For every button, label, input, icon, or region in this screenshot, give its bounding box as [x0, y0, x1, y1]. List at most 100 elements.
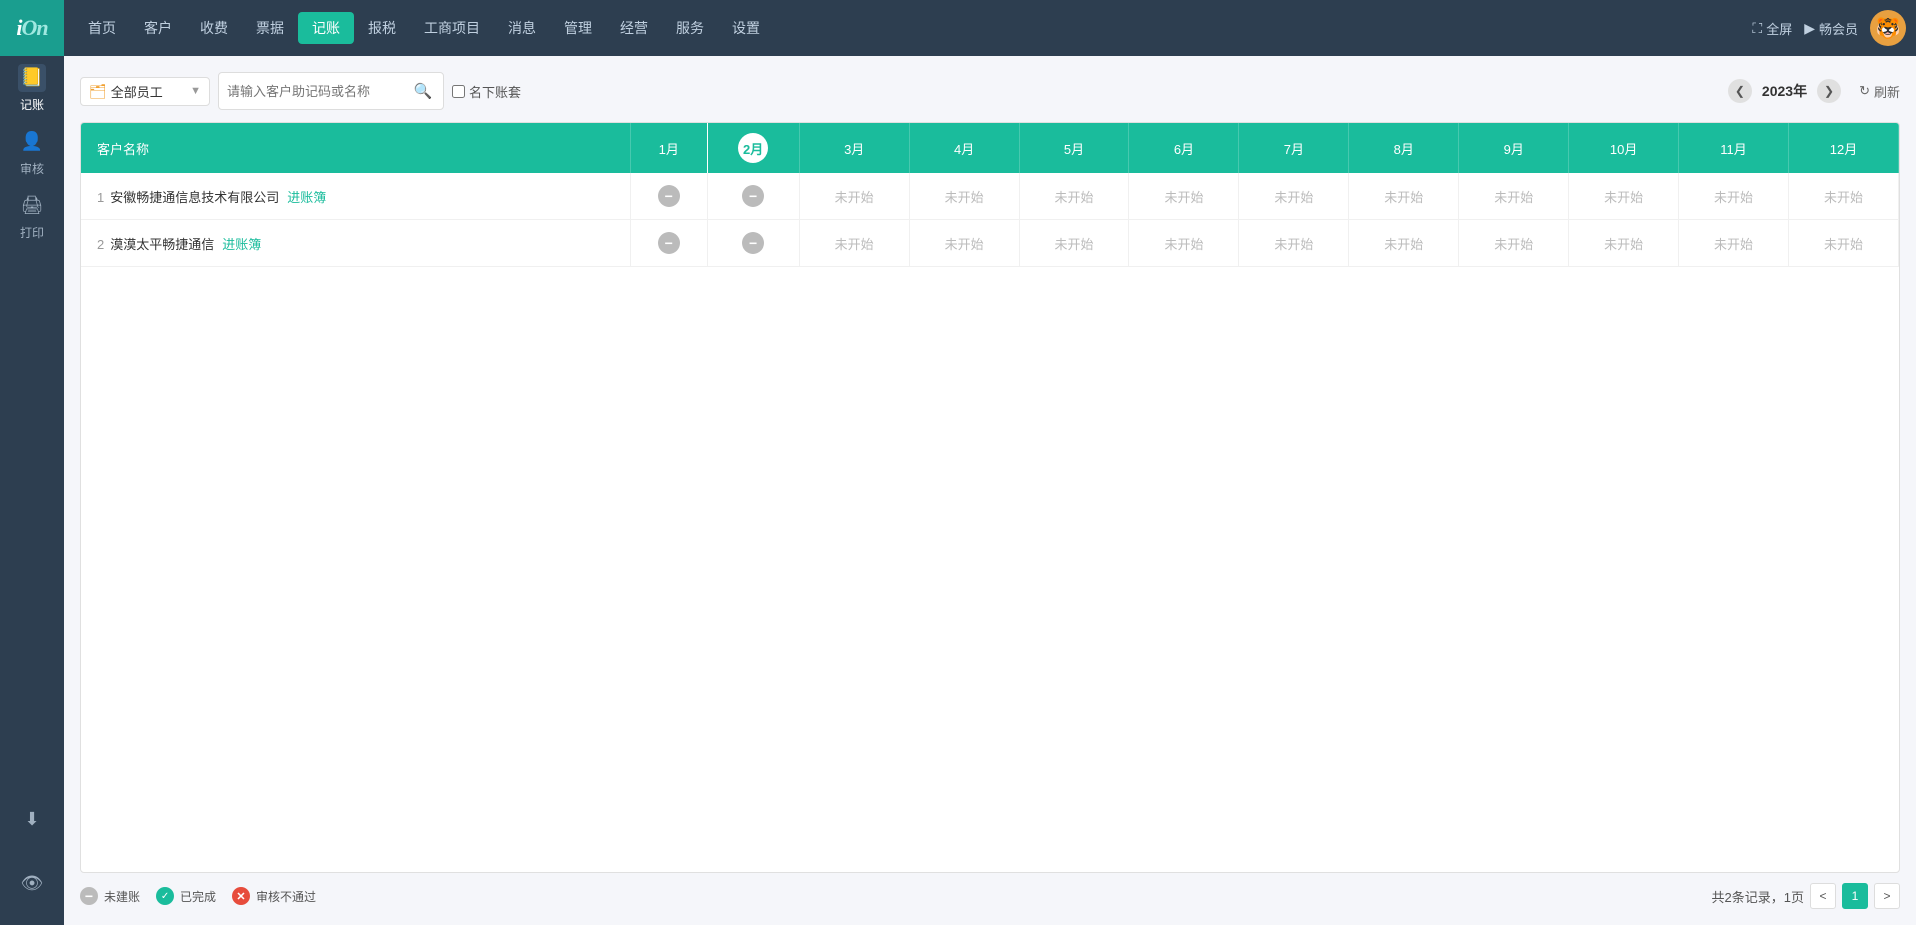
- col-jan: 1月: [630, 123, 707, 173]
- month-cell-11: 未开始: [1679, 220, 1789, 267]
- table-row: 1安徽畅捷通信息技术有限公司进账簿−−未开始未开始未开始未开始未开始未开始未开始…: [81, 173, 1899, 220]
- sidebar-item-label: 审核: [20, 160, 44, 177]
- employee-icon: 🗂: [89, 83, 107, 100]
- nav-message[interactable]: 消息: [494, 12, 550, 44]
- print-icon: 🖨: [18, 192, 46, 220]
- month-cell-4: 未开始: [909, 173, 1019, 220]
- month-cell-6: 未开始: [1129, 220, 1239, 267]
- legend-rejected: ✕ 审核不通过: [232, 887, 316, 905]
- current-page-button[interactable]: 1: [1842, 883, 1868, 909]
- not-started-text: 未开始: [945, 190, 984, 205]
- row-index: 2: [97, 237, 104, 252]
- nav-home[interactable]: 首页: [74, 12, 130, 44]
- month-cell-8: 未开始: [1349, 173, 1459, 220]
- legend-not-built: − 未建账: [80, 887, 140, 905]
- eye-icon: 👁: [18, 869, 46, 897]
- my-accounts-checkbox[interactable]: [452, 85, 465, 98]
- not-started-text: 未开始: [1824, 190, 1863, 205]
- nav-client[interactable]: 客户: [130, 12, 186, 44]
- status-dash-icon: −: [742, 232, 764, 254]
- search-button[interactable]: 🔍: [411, 77, 435, 105]
- client-name-text: 安徽畅捷通信息技术有限公司: [110, 190, 279, 205]
- col-aug: 8月: [1349, 123, 1459, 173]
- search-input[interactable]: [227, 84, 407, 99]
- next-year-button[interactable]: ❯: [1817, 79, 1841, 103]
- member-button[interactable]: ▶ 畅会员: [1804, 19, 1858, 38]
- nav-tax[interactable]: 报税: [354, 12, 410, 44]
- sidebar-item-accounting[interactable]: 📒 记账: [0, 56, 64, 120]
- month-cell-2: −: [707, 220, 799, 267]
- not-started-text: 未开始: [1164, 237, 1203, 252]
- search-wrapper[interactable]: 🔍: [218, 72, 444, 110]
- sidebar: iOn 📒 记账 👤 审核 🖨 打印 ⬇ 👁: [0, 0, 64, 925]
- nav-manage[interactable]: 管理: [550, 12, 606, 44]
- month-cell-6: 未开始: [1129, 173, 1239, 220]
- legend-label-completed: 已完成: [180, 888, 216, 905]
- col-feb: 2月: [707, 123, 799, 173]
- nav-accounting[interactable]: 记账: [298, 12, 354, 44]
- app-logo: iOn: [0, 0, 64, 56]
- enter-ledger-link[interactable]: 进账簿: [222, 237, 261, 252]
- year-display: 2023年: [1762, 81, 1807, 101]
- member-label: 畅会员: [1819, 19, 1858, 38]
- legend-dot-teal: ✓: [156, 887, 174, 905]
- month-cell-7: 未开始: [1239, 220, 1349, 267]
- col-oct: 10月: [1569, 123, 1679, 173]
- my-accounts-checkbox-label[interactable]: 名下账套: [452, 82, 521, 101]
- col-nov: 11月: [1679, 123, 1789, 173]
- prev-page-button[interactable]: <: [1810, 883, 1836, 909]
- nav-operate[interactable]: 经营: [606, 12, 662, 44]
- not-started-text: 未开始: [1274, 237, 1313, 252]
- status-dash-icon: −: [658, 232, 680, 254]
- sidebar-item-print[interactable]: 🖨 打印: [0, 184, 64, 248]
- nav-fee[interactable]: 收费: [186, 12, 242, 44]
- not-started-text: 未开始: [1494, 190, 1533, 205]
- download-icon: ⬇: [18, 805, 46, 833]
- nav-invoice[interactable]: 票据: [242, 12, 298, 44]
- month-cell-3: 未开始: [799, 220, 909, 267]
- row-index: 1: [97, 190, 104, 205]
- col-mar: 3月: [799, 123, 909, 173]
- fullscreen-button[interactable]: ⛶ 全屏: [1752, 19, 1792, 38]
- not-started-text: 未开始: [1824, 237, 1863, 252]
- accounts-table-container: 客户名称 1月 2月 3月 4月 5月 6月 7月 8月 9月 10月 11月 …: [80, 122, 1900, 873]
- toolbar: 🗂 全部员工 ▼ 🔍 名下账套 ❮ 2023年 ❯ ↻ 刷新: [80, 72, 1900, 110]
- sidebar-item-eye[interactable]: 👁: [0, 851, 64, 915]
- nav-right: ⛶ 全屏 ▶ 畅会员 🐯: [1752, 10, 1906, 46]
- not-started-text: 未开始: [1384, 190, 1423, 205]
- month-cell-5: 未开始: [1019, 173, 1129, 220]
- employee-select-value: 全部员工: [111, 82, 186, 101]
- pagination: 共2条记录，1页 < 1 >: [1712, 883, 1900, 909]
- user-avatar[interactable]: 🐯: [1870, 10, 1906, 46]
- month-cell-1: −: [630, 173, 707, 220]
- table-header-row: 客户名称 1月 2月 3月 4月 5月 6月 7月 8月 9月 10月 11月 …: [81, 123, 1899, 173]
- not-started-text: 未开始: [1714, 237, 1753, 252]
- sidebar-item-audit[interactable]: 👤 审核: [0, 120, 64, 184]
- not-started-text: 未开始: [1494, 237, 1533, 252]
- nav-business[interactable]: 工商项目: [410, 12, 494, 44]
- month-cell-9: 未开始: [1459, 173, 1569, 220]
- content-area: 🗂 全部员工 ▼ 🔍 名下账套 ❮ 2023年 ❯ ↻ 刷新: [64, 56, 1916, 925]
- nav-service[interactable]: 服务: [662, 12, 718, 44]
- chevron-down-icon: ▼: [190, 85, 201, 97]
- legend-dot-red: ✕: [232, 887, 250, 905]
- month-cell-2: −: [707, 173, 799, 220]
- active-month-circle: 2月: [738, 133, 768, 163]
- employee-select[interactable]: 🗂 全部员工 ▼: [80, 77, 210, 106]
- sidebar-item-label: 记账: [20, 96, 44, 113]
- fullscreen-icon: ⛶: [1752, 20, 1762, 37]
- main-area: 首页 客户 收费 票据 记账 报税 工商项目 消息 管理 经营 服务 设置 ⛶ …: [64, 0, 1916, 925]
- next-page-button[interactable]: >: [1874, 883, 1900, 909]
- sidebar-bottom: ⬇ 👁: [0, 787, 64, 925]
- legend-completed: ✓ 已完成: [156, 887, 216, 905]
- not-started-text: 未开始: [1604, 237, 1643, 252]
- month-cell-5: 未开始: [1019, 220, 1129, 267]
- client-name-cell: 2漠漠太平畅捷通信进账簿: [81, 220, 630, 267]
- nav-settings[interactable]: 设置: [718, 12, 774, 44]
- month-cell-9: 未开始: [1459, 220, 1569, 267]
- prev-year-button[interactable]: ❮: [1728, 79, 1752, 103]
- sidebar-item-download[interactable]: ⬇: [0, 787, 64, 851]
- not-started-text: 未开始: [1055, 190, 1094, 205]
- refresh-button[interactable]: ↻ 刷新: [1859, 82, 1900, 101]
- enter-ledger-link[interactable]: 进账簿: [287, 190, 326, 205]
